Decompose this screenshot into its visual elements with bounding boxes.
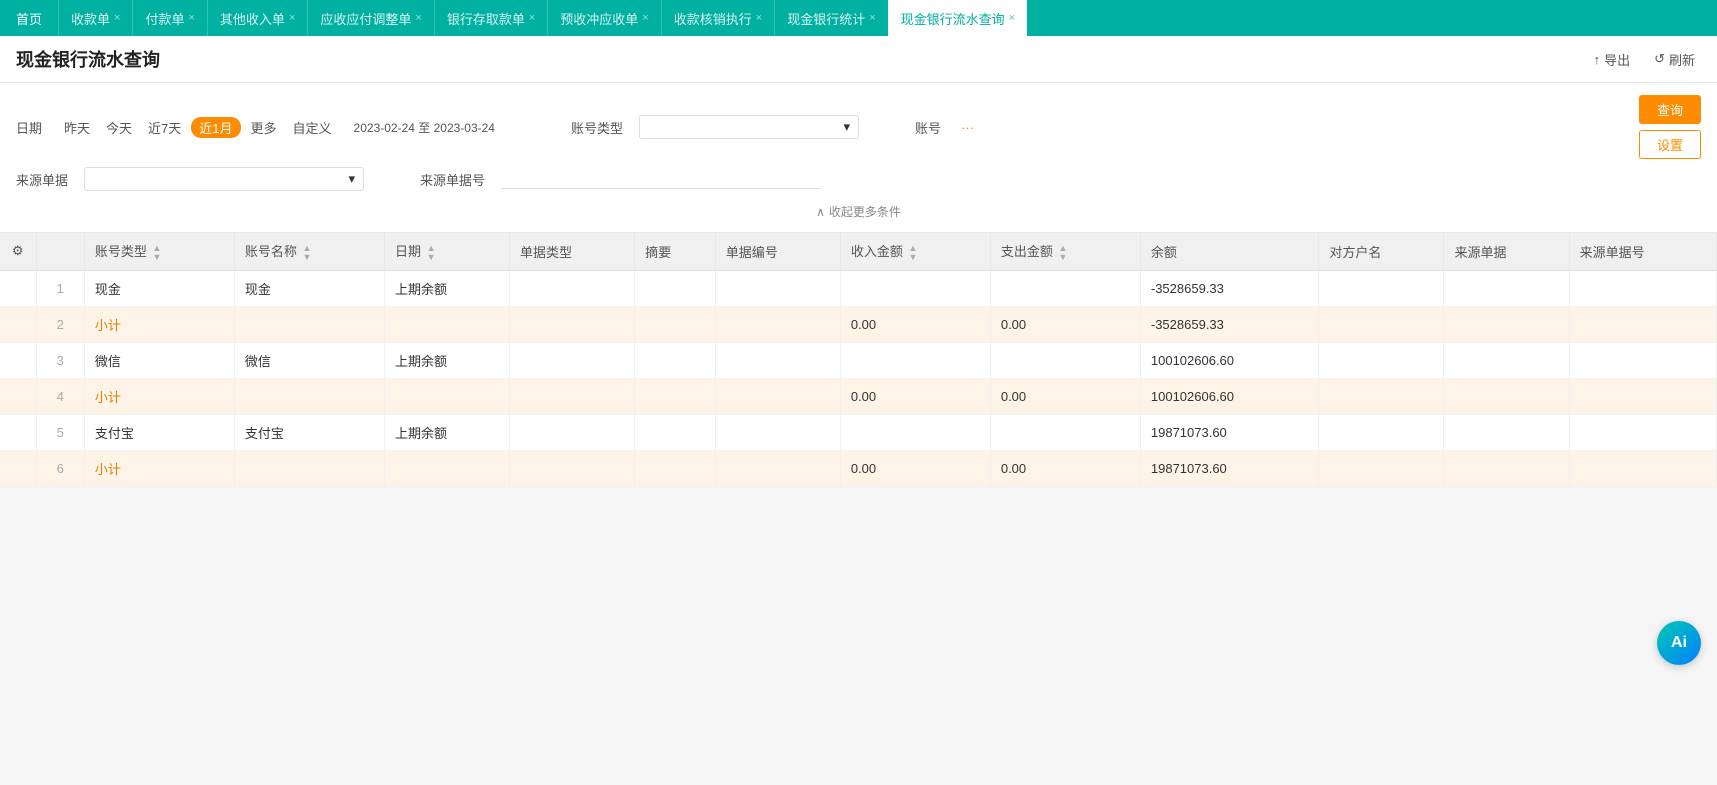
close-icon[interactable]: × [529,12,535,24]
header-actions: ↑ 导出 ↺ 刷新 [1588,48,1701,71]
account-label: 账号 [915,118,941,137]
date-label: 日期 [16,118,42,137]
source-doc-no-label: 来源单据号 [420,170,485,189]
nav-home[interactable]: 首页 [0,0,58,36]
date-opt-1month[interactable]: 近1月 [191,117,240,138]
source-doc-select[interactable]: ▾ [84,167,364,191]
table-row: 3微信微信上期余额100102606.60 [0,342,1717,378]
collapse-button[interactable]: ∧ 收起更多条件 [16,199,1701,224]
nav-tab-xianjinliushui[interactable]: 现金银行流水查询 × [888,0,1027,36]
query-button[interactable]: 查询 [1639,95,1701,124]
column-expense[interactable]: 支出金额 ▲▼ [990,233,1140,270]
column-source-doc: 来源单据 [1444,233,1569,270]
table-header-row: ⚙ 账号类型 ▲▼ 账号名称 ▲▼ 日期 ▲▼ 单据类型 摘 [0,233,1717,270]
top-navigation: 首页 收款单 × 付款单 × 其他收入单 × 应收应付调整单 × 银行存取款单 … [0,0,1717,36]
setting-button[interactable]: 设置 [1639,130,1701,159]
column-account-type[interactable]: 账号类型 ▲▼ [84,233,234,270]
sort-icon: ▲▼ [908,244,917,262]
column-date[interactable]: 日期 ▲▼ [384,233,509,270]
account-type-select[interactable]: ▾ [639,115,859,139]
close-icon[interactable]: × [869,12,875,24]
filter-area: 日期 昨天 今天 近7天 近1月 更多 自定义 2023-02-24 至 202… [0,83,1717,233]
filter-row-date: 日期 昨天 今天 近7天 近1月 更多 自定义 2023-02-24 至 202… [16,95,1701,159]
close-icon[interactable]: × [642,12,648,24]
table-row: 1现金现金上期余额-3528659.33 [0,270,1717,306]
data-table: ⚙ 账号类型 ▲▼ 账号名称 ▲▼ 日期 ▲▼ 单据类型 摘 [0,233,1717,487]
date-opt-custom[interactable]: 自定义 [287,116,338,139]
nav-tab-qitashouru[interactable]: 其他收入单 × [207,0,307,36]
table-container: ⚙ 账号类型 ▲▼ 账号名称 ▲▼ 日期 ▲▼ 单据类型 摘 [0,233,1717,487]
column-source-doc-no: 来源单据号 [1569,233,1716,270]
page-title: 现金银行流水查询 [16,46,160,72]
account-more-button[interactable]: ··· [957,118,978,137]
table-body: 1现金现金上期余额-3528659.332小计0.000.00-3528659.… [0,270,1717,486]
table-row: 2小计0.000.00-3528659.33 [0,306,1717,342]
column-gear[interactable]: ⚙ [0,233,36,270]
close-icon[interactable]: × [114,12,120,24]
chevron-up-icon: ∧ [816,205,825,219]
date-range-display: 2023-02-24 至 2023-03-24 [354,119,495,136]
column-index [36,233,84,270]
sort-icon: ▲▼ [303,244,312,262]
date-opt-yesterday[interactable]: 昨天 [58,116,96,139]
ai-assistant-button[interactable]: Ai [1657,621,1701,665]
refresh-button[interactable]: ↺ 刷新 [1648,48,1701,71]
table-row: 5支付宝支付宝上期余额19871073.60 [0,414,1717,450]
close-icon[interactable]: × [1009,12,1015,24]
filter-action-buttons: 查询 设置 [1639,95,1701,159]
chevron-down-icon2: ▾ [348,171,355,187]
nav-tab-yushou[interactable]: 预收冲应收单 × [547,0,660,36]
date-opt-7days[interactable]: 近7天 [142,116,187,139]
close-icon[interactable]: × [188,12,194,24]
close-icon[interactable]: × [756,12,762,24]
sort-icon: ▲▼ [427,244,436,262]
source-doc-no-input[interactable] [501,169,821,189]
close-icon[interactable]: × [415,12,421,24]
export-icon: ↑ [1594,52,1601,67]
column-account-name[interactable]: 账号名称 ▲▼ [234,233,384,270]
table-row: 4小计0.000.00100102606.60 [0,378,1717,414]
nav-tab-fukuandan[interactable]: 付款单 × [132,0,206,36]
column-counterpart: 对方户名 [1319,233,1444,270]
refresh-icon: ↺ [1654,51,1665,67]
export-button[interactable]: ↑ 导出 [1588,48,1637,71]
table-row: 6小计0.000.0019871073.60 [0,450,1717,486]
nav-tab-yingshouyingfu[interactable]: 应收应付调整单 × [307,0,433,36]
source-doc-label: 来源单据 [16,170,68,189]
filter-row-sourcedoc: 来源单据 ▾ 来源单据号 [16,167,1701,191]
column-balance: 余额 [1140,233,1318,270]
nav-tab-shoukuanhexiao[interactable]: 收款核销执行 × [661,0,774,36]
chevron-down-icon: ▾ [843,119,850,135]
date-options: 昨天 今天 近7天 近1月 更多 自定义 [58,116,338,139]
sort-icon: ▲▼ [153,244,162,262]
date-opt-today[interactable]: 今天 [100,116,138,139]
sort-icon: ▲▼ [1058,244,1067,262]
column-doc-no[interactable]: 单据编号 [715,233,840,270]
column-income[interactable]: 收入金额 ▲▼ [840,233,990,270]
account-type-label: 账号类型 [571,118,623,137]
close-icon[interactable]: × [289,12,295,24]
page-header: 现金银行流水查询 ↑ 导出 ↺ 刷新 [0,36,1717,83]
column-doc-type[interactable]: 单据类型 [510,233,635,270]
nav-tab-yinhang[interactable]: 银行存取款单 × [434,0,547,36]
nav-tab-xianjinstatistic[interactable]: 现金银行统计 × [774,0,887,36]
column-summary[interactable]: 摘要 [635,233,716,270]
nav-tab-shoukuandan[interactable]: 收款单 × [58,0,132,36]
date-opt-more[interactable]: 更多 [245,116,283,139]
